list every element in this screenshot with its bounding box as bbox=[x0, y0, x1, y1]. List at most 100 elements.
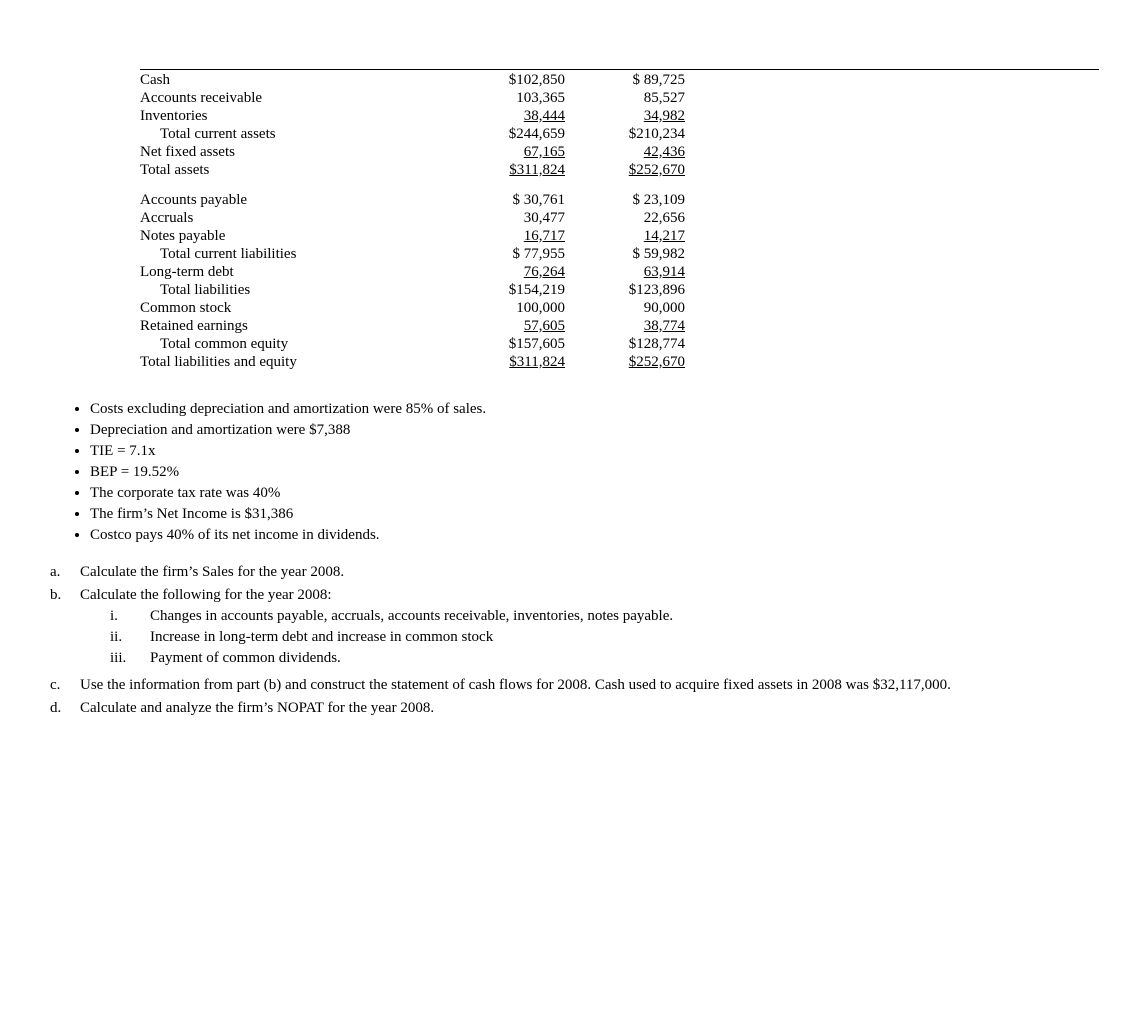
val-2008: 100,000 bbox=[460, 300, 580, 317]
bullet-list-section: Costs excluding depreciation and amortiz… bbox=[70, 401, 1099, 544]
question-content: Calculate the following for the year 200… bbox=[80, 587, 1099, 671]
table-row: Accounts payable$ 30,761$ 23,109 bbox=[140, 192, 1099, 209]
table-row: Notes payable16,71714,217 bbox=[140, 228, 1099, 245]
val-2007: $128,774 bbox=[580, 336, 700, 353]
table-row: Long-term debt76,26463,914 bbox=[140, 264, 1099, 281]
question-text: Calculate the firm’s Sales for the year … bbox=[80, 564, 344, 580]
val-2008: 38,444 bbox=[460, 108, 580, 125]
table-row: Total current liabilities$ 77,955$ 59,98… bbox=[140, 246, 1099, 263]
val-2008: $154,219 bbox=[460, 282, 580, 299]
table-row: Net fixed assets67,16542,436 bbox=[140, 144, 1099, 161]
sub-text: Payment of common dividends. bbox=[150, 650, 341, 667]
bullet-item: Costs excluding depreciation and amortiz… bbox=[90, 401, 1099, 418]
row-label: Net fixed assets bbox=[140, 144, 460, 161]
val-2007: 90,000 bbox=[580, 300, 700, 317]
row-label: Notes payable bbox=[140, 228, 460, 245]
question-letter: a. bbox=[50, 564, 80, 581]
val-2008: $157,605 bbox=[460, 336, 580, 353]
bullet-list: Costs excluding depreciation and amortiz… bbox=[70, 401, 1099, 544]
sub-item: iii.Payment of common dividends. bbox=[110, 650, 1099, 667]
row-label: Accruals bbox=[140, 210, 460, 227]
bs-column-headers bbox=[140, 48, 1099, 65]
row-label: Accounts payable bbox=[140, 192, 460, 209]
table-divider-top bbox=[140, 69, 1099, 70]
val-2007: 85,527 bbox=[580, 90, 700, 107]
sub-item: ii.Increase in long-term debt and increa… bbox=[110, 629, 1099, 646]
val-2007: $ 59,982 bbox=[580, 246, 700, 263]
bullet-item: TIE = 7.1x bbox=[90, 443, 1099, 460]
table-row: Cash$102,850$ 89,725 bbox=[140, 72, 1099, 89]
val-2008: $311,824 bbox=[460, 162, 580, 179]
row-label: Common stock bbox=[140, 300, 460, 317]
bullet-item: Depreciation and amortization were $7,38… bbox=[90, 422, 1099, 439]
question-content: Calculate the firm’s Sales for the year … bbox=[80, 564, 1099, 581]
val-2007: 34,982 bbox=[580, 108, 700, 125]
row-label: Total liabilities bbox=[140, 282, 460, 299]
col1-header bbox=[460, 48, 580, 65]
table-row: Total assets$311,824$252,670 bbox=[140, 162, 1099, 179]
row-label: Long-term debt bbox=[140, 264, 460, 281]
sub-text: Increase in long-term debt and increase … bbox=[150, 629, 493, 646]
bs-rows: Cash$102,850$ 89,725Accounts receivable1… bbox=[140, 72, 1099, 371]
val-2008: 57,605 bbox=[460, 318, 580, 335]
val-2008: 16,717 bbox=[460, 228, 580, 245]
bullet-item: BEP = 19.52% bbox=[90, 464, 1099, 481]
table-row: Retained earnings57,60538,774 bbox=[140, 318, 1099, 335]
question-text: Calculate and analyze the firm’s NOPAT f… bbox=[80, 700, 434, 716]
val-2007: $ 23,109 bbox=[580, 192, 700, 209]
question-letter: c. bbox=[50, 677, 80, 694]
question-content: Use the information from part (b) and co… bbox=[80, 677, 1099, 694]
row-label: Retained earnings bbox=[140, 318, 460, 335]
val-2007: $ 89,725 bbox=[580, 72, 700, 89]
val-2007: 63,914 bbox=[580, 264, 700, 281]
val-2008: $ 77,955 bbox=[460, 246, 580, 263]
val-2008: $102,850 bbox=[460, 72, 580, 89]
col2-header bbox=[580, 48, 700, 65]
val-2008: 67,165 bbox=[460, 144, 580, 161]
val-2008: $244,659 bbox=[460, 126, 580, 143]
question-content: Calculate and analyze the firm’s NOPAT f… bbox=[80, 700, 1099, 717]
question-text: Use the information from part (b) and co… bbox=[80, 677, 951, 693]
table-row: Accounts receivable103,36585,527 bbox=[140, 90, 1099, 107]
sub-items: i.Changes in accounts payable, accruals,… bbox=[110, 608, 1099, 667]
row-label: Total common equity bbox=[140, 336, 460, 353]
table-row: Total liabilities and equity$311,824$252… bbox=[140, 354, 1099, 371]
val-2008: 30,477 bbox=[460, 210, 580, 227]
val-2007: 14,217 bbox=[580, 228, 700, 245]
row-label: Accounts receivable bbox=[140, 90, 460, 107]
val-2007: 22,656 bbox=[580, 210, 700, 227]
val-2007: 42,436 bbox=[580, 144, 700, 161]
sub-roman: ii. bbox=[110, 629, 150, 646]
val-2008: 103,365 bbox=[460, 90, 580, 107]
row-label: Inventories bbox=[140, 108, 460, 125]
val-2007: $252,670 bbox=[580, 354, 700, 371]
question-item: c.Use the information from part (b) and … bbox=[50, 677, 1099, 694]
val-2007: $210,234 bbox=[580, 126, 700, 143]
bullet-item: Costco pays 40% of its net income in div… bbox=[90, 527, 1099, 544]
balance-sheet: Cash$102,850$ 89,725Accounts receivable1… bbox=[140, 48, 1099, 371]
question-item: d.Calculate and analyze the firm’s NOPAT… bbox=[50, 700, 1099, 717]
questions-section: a.Calculate the firm’s Sales for the yea… bbox=[50, 564, 1099, 717]
row-label: Total current liabilities bbox=[140, 246, 460, 263]
val-2008: $311,824 bbox=[460, 354, 580, 371]
table-row: Common stock100,00090,000 bbox=[140, 300, 1099, 317]
table-row: Total common equity$157,605$128,774 bbox=[140, 336, 1099, 353]
table-row: Inventories38,44434,982 bbox=[140, 108, 1099, 125]
val-2007: $123,896 bbox=[580, 282, 700, 299]
questions-list: a.Calculate the firm’s Sales for the yea… bbox=[50, 564, 1099, 717]
row-label: Cash bbox=[140, 72, 460, 89]
val-2008: $ 30,761 bbox=[460, 192, 580, 209]
section-gap bbox=[140, 180, 1099, 192]
question-item: a.Calculate the firm’s Sales for the yea… bbox=[50, 564, 1099, 581]
row-label: Total current assets bbox=[140, 126, 460, 143]
bullet-item: The corporate tax rate was 40% bbox=[90, 485, 1099, 502]
sub-roman: i. bbox=[110, 608, 150, 625]
question-item: b.Calculate the following for the year 2… bbox=[50, 587, 1099, 671]
row-label: Total liabilities and equity bbox=[140, 354, 460, 371]
val-2008: 76,264 bbox=[460, 264, 580, 281]
question-text: Calculate the following for the year 200… bbox=[80, 587, 332, 603]
row-label: Total assets bbox=[140, 162, 460, 179]
table-row: Total liabilities$154,219$123,896 bbox=[140, 282, 1099, 299]
val-2007: 38,774 bbox=[580, 318, 700, 335]
sub-item: i.Changes in accounts payable, accruals,… bbox=[110, 608, 1099, 625]
